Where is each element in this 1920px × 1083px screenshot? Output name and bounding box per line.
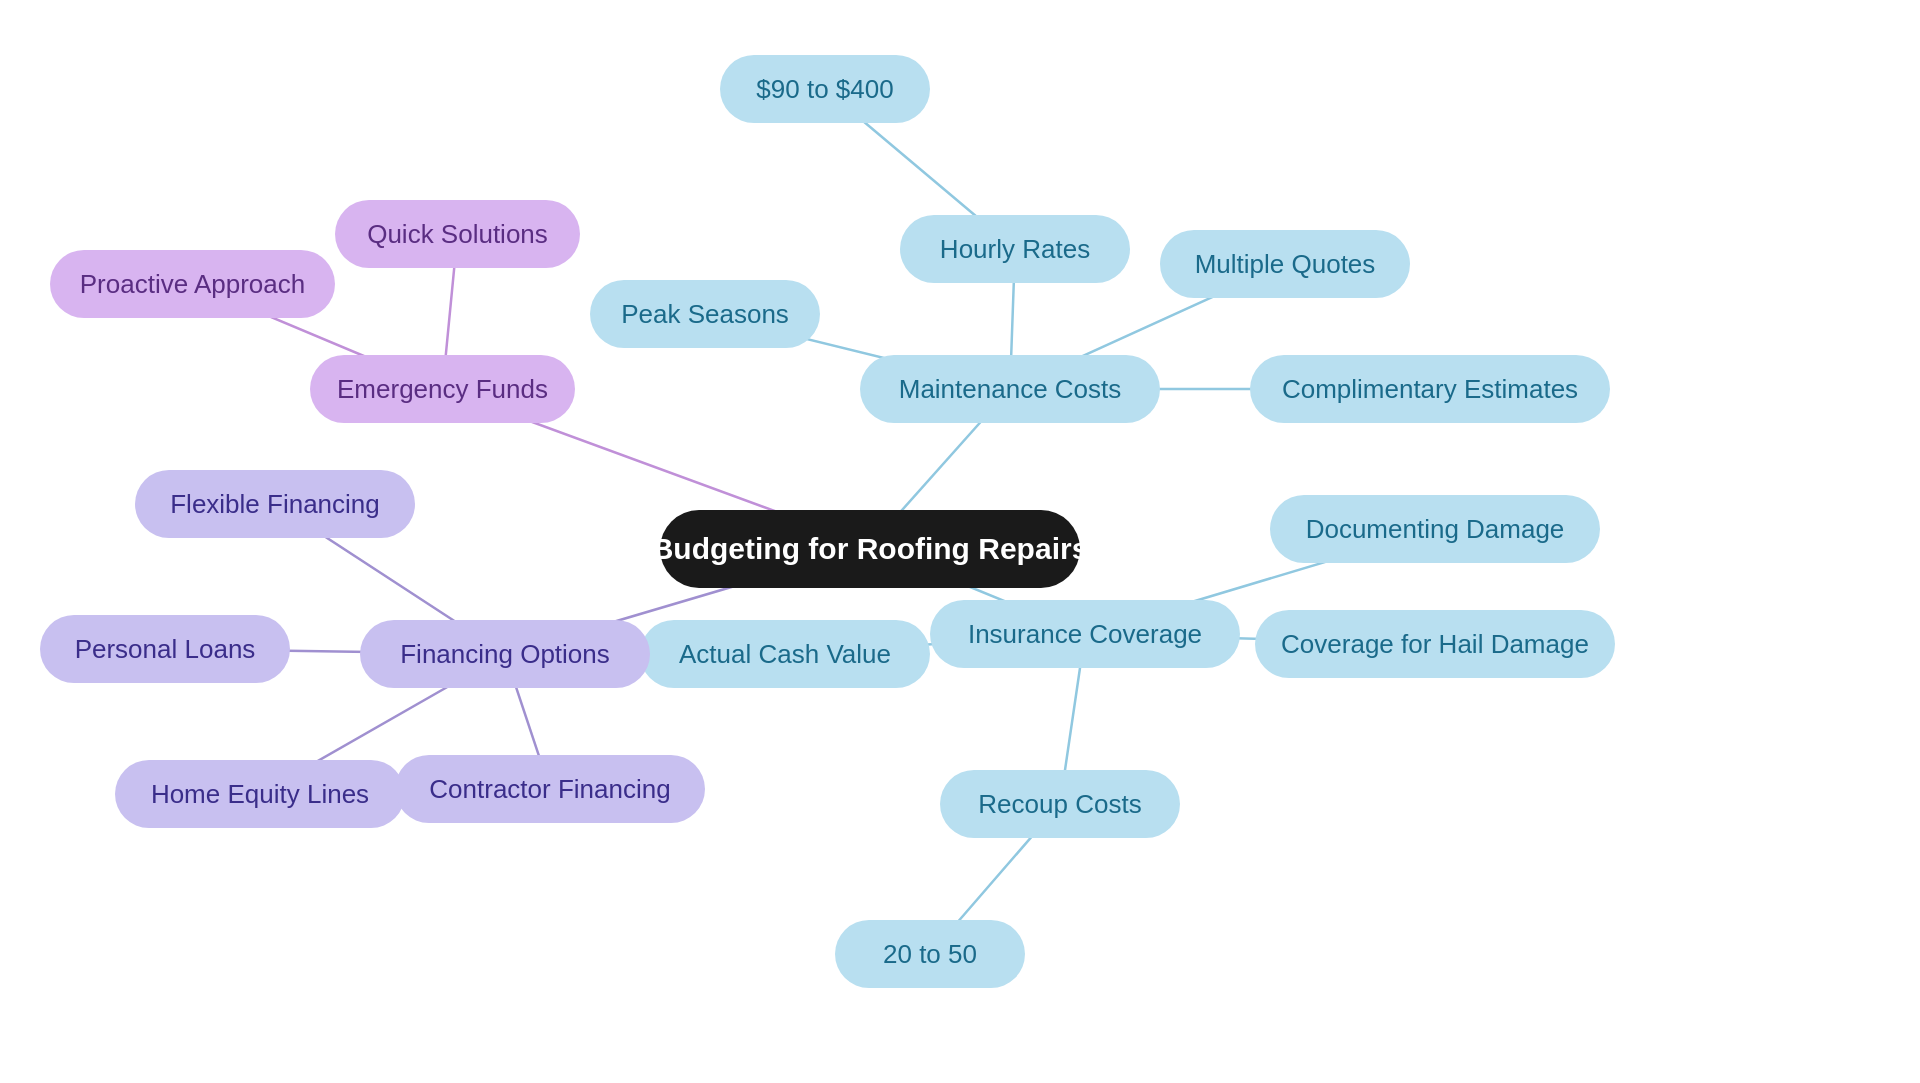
node-label-insuranceCoverage: Insurance Coverage (968, 619, 1202, 650)
node-hourlyRates[interactable]: Hourly Rates (900, 215, 1130, 283)
node-documentingDamage[interactable]: Documenting Damage (1270, 495, 1600, 563)
node-label-quickSolutions: Quick Solutions (367, 219, 548, 250)
node-peakSeasons[interactable]: Peak Seasons (590, 280, 820, 348)
node-proactiveApproach[interactable]: Proactive Approach (50, 250, 335, 318)
node-label-homeEquityLines: Home Equity Lines (151, 779, 369, 810)
node-label-recoupCosts: Recoup Costs (978, 789, 1141, 820)
node-financingOptions[interactable]: Financing Options (360, 620, 650, 688)
node-label-actualCashValue: Actual Cash Value (679, 639, 891, 670)
node-emergencyFunds[interactable]: Emergency Funds (310, 355, 575, 423)
node-personalLoans[interactable]: Personal Loans (40, 615, 290, 683)
node-label-peakSeasons: Peak Seasons (621, 299, 789, 330)
node-label-twentyToFifty: 20 to 50 (883, 939, 977, 970)
node-label-emergencyFunds: Emergency Funds (337, 374, 548, 405)
node-label-financingOptions: Financing Options (400, 639, 610, 670)
node-label-complimentaryEstimates: Complimentary Estimates (1282, 374, 1578, 405)
node-recoupCosts[interactable]: Recoup Costs (940, 770, 1180, 838)
node-label-documentingDamage: Documenting Damage (1306, 514, 1565, 545)
node-multipleQuotes[interactable]: Multiple Quotes (1160, 230, 1410, 298)
node-label-maintenanceCosts: Maintenance Costs (899, 374, 1122, 405)
node-label-coverageHailDamage: Coverage for Hail Damage (1281, 629, 1589, 660)
node-insuranceCoverage[interactable]: Insurance Coverage (930, 600, 1240, 668)
node-label-proactiveApproach: Proactive Approach (80, 269, 305, 300)
node-quickSolutions[interactable]: Quick Solutions (335, 200, 580, 268)
node-label-dollarRange: $90 to $400 (756, 74, 893, 105)
node-label-flexibleFinancing: Flexible Financing (170, 489, 380, 520)
node-complimentaryEstimates[interactable]: Complimentary Estimates (1250, 355, 1610, 423)
node-flexibleFinancing[interactable]: Flexible Financing (135, 470, 415, 538)
node-actualCashValue[interactable]: Actual Cash Value (640, 620, 930, 688)
node-maintenanceCosts[interactable]: Maintenance Costs (860, 355, 1160, 423)
node-contractorFinancing[interactable]: Contractor Financing (395, 755, 705, 823)
node-label-personalLoans: Personal Loans (75, 634, 256, 665)
node-label-hourlyRates: Hourly Rates (940, 234, 1090, 265)
mindmap-container: Budgeting for Roofing Repairs Maintenance… (0, 0, 1920, 1083)
node-label-contractorFinancing: Contractor Financing (429, 774, 670, 805)
node-label-central: Budgeting for Roofing Repairs (652, 532, 1089, 566)
node-twentyToFifty[interactable]: 20 to 50 (835, 920, 1025, 988)
node-central[interactable]: Budgeting for Roofing Repairs (660, 510, 1080, 588)
node-dollarRange[interactable]: $90 to $400 (720, 55, 930, 123)
node-homeEquityLines[interactable]: Home Equity Lines (115, 760, 405, 828)
node-label-multipleQuotes: Multiple Quotes (1195, 249, 1376, 280)
node-coverageHailDamage[interactable]: Coverage for Hail Damage (1255, 610, 1615, 678)
